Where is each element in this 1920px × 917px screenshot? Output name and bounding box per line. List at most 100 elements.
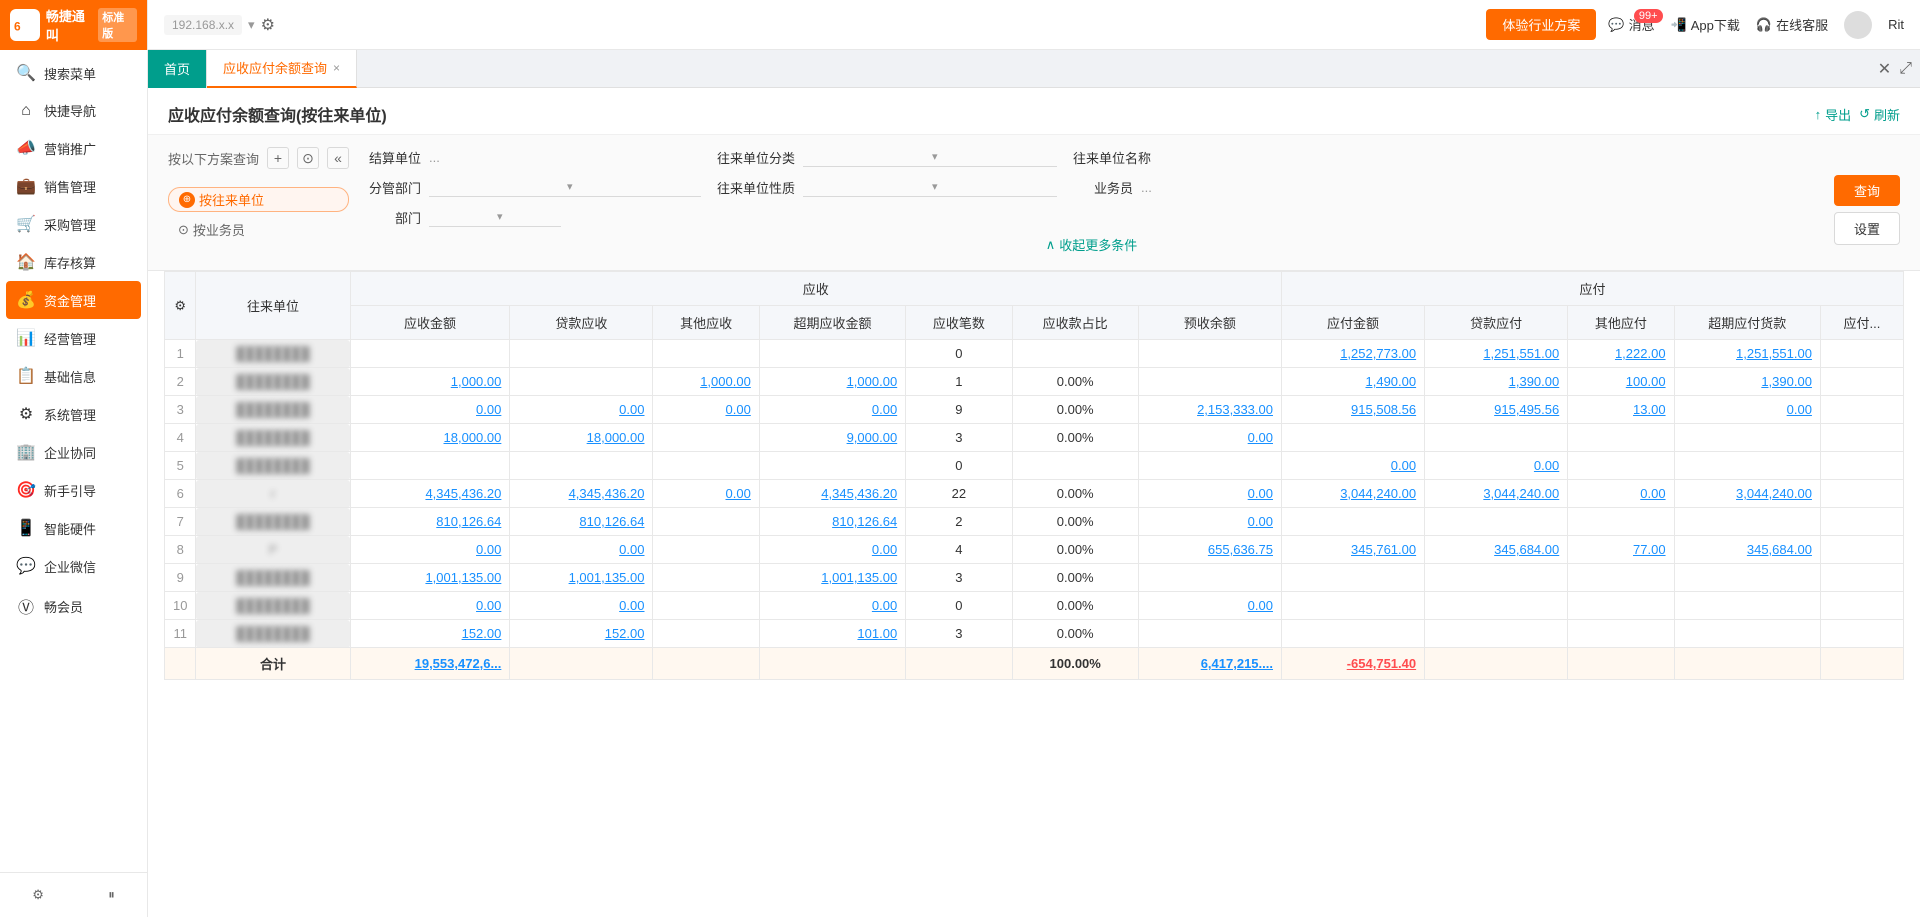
- ar-overdue-cell[interactable]: 101.00: [759, 620, 905, 648]
- footer-ap-total[interactable]: -654,751.40: [1281, 648, 1424, 680]
- ar-other-cell[interactable]: 0.00: [653, 480, 759, 508]
- ap-loan-cell[interactable]: 3,044,240.00: [1425, 480, 1568, 508]
- sidebar-item-member[interactable]: Ⓥ 畅会员: [0, 585, 147, 627]
- sidebar-item-sales[interactable]: 💼 销售管理: [0, 167, 147, 205]
- ar-overdue-cell[interactable]: 0.00: [759, 396, 905, 424]
- refresh-button[interactable]: ↺ 刷新: [1859, 105, 1900, 124]
- ar-loan-cell[interactable]: 152.00: [510, 620, 653, 648]
- app-download-btn[interactable]: 📲 App下载: [1671, 15, 1740, 34]
- ar-advance-cell[interactable]: 0.00: [1138, 424, 1281, 452]
- footer-ar-total[interactable]: 19,553,472,6...: [350, 648, 510, 680]
- ar-other-cell[interactable]: 1,000.00: [653, 368, 759, 396]
- partner-nature-select[interactable]: ▾: [803, 177, 1057, 197]
- ap-loan-cell[interactable]: 1,390.00: [1425, 368, 1568, 396]
- sidebar-item-quicknav[interactable]: ⌂ 快捷导航: [0, 92, 147, 129]
- sidebar-item-basicinfo[interactable]: 📋 基础信息: [0, 357, 147, 395]
- ar-other-cell[interactable]: 0.00: [653, 396, 759, 424]
- ar-overdue-cell[interactable]: 0.00: [759, 592, 905, 620]
- ap-loan-cell[interactable]: 345,684.00: [1425, 536, 1568, 564]
- sidebar-item-inventory[interactable]: 🏠 库存核算: [0, 243, 147, 281]
- footer-ar-advance[interactable]: 6,417,215....: [1138, 648, 1281, 680]
- ar-amount-cell[interactable]: 1,000.00: [350, 368, 510, 396]
- ar-advance-cell[interactable]: 0.00: [1138, 480, 1281, 508]
- tab-close-icon[interactable]: ×: [333, 61, 340, 75]
- filter-scheme-partner[interactable]: ⊕ 按往来单位: [168, 187, 349, 212]
- ap-other-cell[interactable]: 0.00: [1568, 480, 1674, 508]
- ar-loan-cell[interactable]: 810,126.64: [510, 508, 653, 536]
- ap-other-cell[interactable]: 77.00: [1568, 536, 1674, 564]
- sidebar-item-hardware[interactable]: 📱 智能硬件: [0, 509, 147, 547]
- sidebar-item-operations[interactable]: 📊 经营管理: [0, 319, 147, 357]
- message-btn[interactable]: 💬 消息 99+: [1608, 15, 1654, 34]
- settings-bottom-btn[interactable]: ⚙: [26, 881, 50, 909]
- ap-amount-cell[interactable]: 915,508.56: [1281, 396, 1424, 424]
- collapse-sidebar-btn[interactable]: ⏸: [102, 881, 121, 909]
- online-service-btn[interactable]: 🎧 在线客服: [1756, 15, 1828, 34]
- ar-advance-cell[interactable]: 655,636.75: [1138, 536, 1281, 564]
- ar-amount-cell[interactable]: 18,000.00: [350, 424, 510, 452]
- ap-loan-cell[interactable]: 915,495.56: [1425, 396, 1568, 424]
- ar-amount-cell[interactable]: 810,126.64: [350, 508, 510, 536]
- sidebar-item-finance[interactable]: 💰 资金管理: [6, 281, 141, 319]
- ar-amount-cell[interactable]: 152.00: [350, 620, 510, 648]
- ar-loan-cell[interactable]: 1,001,135.00: [510, 564, 653, 592]
- ar-amount-cell[interactable]: 4,345,436.20: [350, 480, 510, 508]
- ap-overdue-cell[interactable]: 1,390.00: [1674, 368, 1820, 396]
- dept-select[interactable]: ▾: [429, 177, 701, 197]
- ar-overdue-cell[interactable]: 4,345,436.20: [759, 480, 905, 508]
- ar-amount-cell[interactable]: 1,001,135.00: [350, 564, 510, 592]
- ar-overdue-cell[interactable]: 9,000.00: [759, 424, 905, 452]
- th-settings[interactable]: ⚙: [165, 272, 196, 340]
- ar-loan-cell[interactable]: 0.00: [510, 396, 653, 424]
- setting-button[interactable]: 设置: [1834, 212, 1900, 245]
- ap-overdue-cell[interactable]: 1,251,551.00: [1674, 340, 1820, 368]
- ar-overdue-cell[interactable]: 1,001,135.00: [759, 564, 905, 592]
- tab-ar-ap[interactable]: 应收应付余额查询 ×: [207, 50, 357, 88]
- ar-overdue-cell[interactable]: 810,126.64: [759, 508, 905, 536]
- filter-settings-btn[interactable]: ⊙: [297, 147, 319, 169]
- ap-amount-cell[interactable]: 0.00: [1281, 452, 1424, 480]
- topbar-settings-icon[interactable]: ⚙: [261, 15, 275, 35]
- filter-scheme-salesperson[interactable]: ⊙ 按业务员: [168, 218, 349, 241]
- sidebar-item-search[interactable]: 🔍 搜索菜单: [0, 54, 147, 92]
- ap-overdue-cell[interactable]: 0.00: [1674, 396, 1820, 424]
- ar-advance-cell[interactable]: 2,153,333.00: [1138, 396, 1281, 424]
- ap-amount-cell[interactable]: 1,252,773.00: [1281, 340, 1424, 368]
- ap-overdue-cell[interactable]: 345,684.00: [1674, 536, 1820, 564]
- table-gear-icon[interactable]: ⚙: [173, 298, 187, 314]
- collapse-more-btn[interactable]: ∧ 收起更多条件: [361, 231, 1822, 258]
- ar-advance-cell[interactable]: 0.00: [1138, 508, 1281, 536]
- ap-other-cell[interactable]: 13.00: [1568, 396, 1674, 424]
- sidebar-item-wechat[interactable]: 💬 企业微信: [0, 547, 147, 585]
- ap-other-cell[interactable]: 100.00: [1568, 368, 1674, 396]
- ap-amount-cell[interactable]: 345,761.00: [1281, 536, 1424, 564]
- ar-loan-cell[interactable]: 18,000.00: [510, 424, 653, 452]
- ap-loan-cell[interactable]: 0.00: [1425, 452, 1568, 480]
- sidebar-item-corp[interactable]: 🏢 企业协同: [0, 433, 147, 471]
- ap-other-cell[interactable]: 1,222.00: [1568, 340, 1674, 368]
- ar-loan-cell[interactable]: 4,345,436.20: [510, 480, 653, 508]
- ap-overdue-cell[interactable]: 3,044,240.00: [1674, 480, 1820, 508]
- sidebar-item-marketing[interactable]: 📣 营销推广: [0, 129, 147, 167]
- ap-amount-cell[interactable]: 1,490.00: [1281, 368, 1424, 396]
- filter-add-btn[interactable]: +: [267, 147, 289, 169]
- tab-home[interactable]: 首页: [148, 50, 207, 88]
- query-button[interactable]: 查询: [1834, 175, 1900, 206]
- ap-loan-cell[interactable]: 1,251,551.00: [1425, 340, 1568, 368]
- export-button[interactable]: ↑ 导出: [1815, 105, 1852, 124]
- sidebar-item-system[interactable]: ⚙ 系统管理: [0, 395, 147, 433]
- tab-fullscreen-icon[interactable]: ⤢: [1899, 60, 1912, 78]
- tab-close-window-icon[interactable]: ✕: [1878, 59, 1891, 79]
- ar-amount-cell[interactable]: 0.00: [350, 592, 510, 620]
- filter-collapse-btn[interactable]: «: [327, 147, 349, 169]
- ar-amount-cell[interactable]: 0.00: [350, 396, 510, 424]
- ar-loan-cell[interactable]: 0.00: [510, 536, 653, 564]
- ar-overdue-cell[interactable]: 0.00: [759, 536, 905, 564]
- promo-button[interactable]: 体验行业方案: [1486, 9, 1596, 40]
- dept2-select[interactable]: ▾: [429, 207, 561, 227]
- ar-loan-cell[interactable]: 0.00: [510, 592, 653, 620]
- ar-overdue-cell[interactable]: 1,000.00: [759, 368, 905, 396]
- partner-category-select[interactable]: ▾: [803, 147, 1057, 167]
- sidebar-item-guide[interactable]: 🎯 新手引导: [0, 471, 147, 509]
- sidebar-item-purchase[interactable]: 🛒 采购管理: [0, 205, 147, 243]
